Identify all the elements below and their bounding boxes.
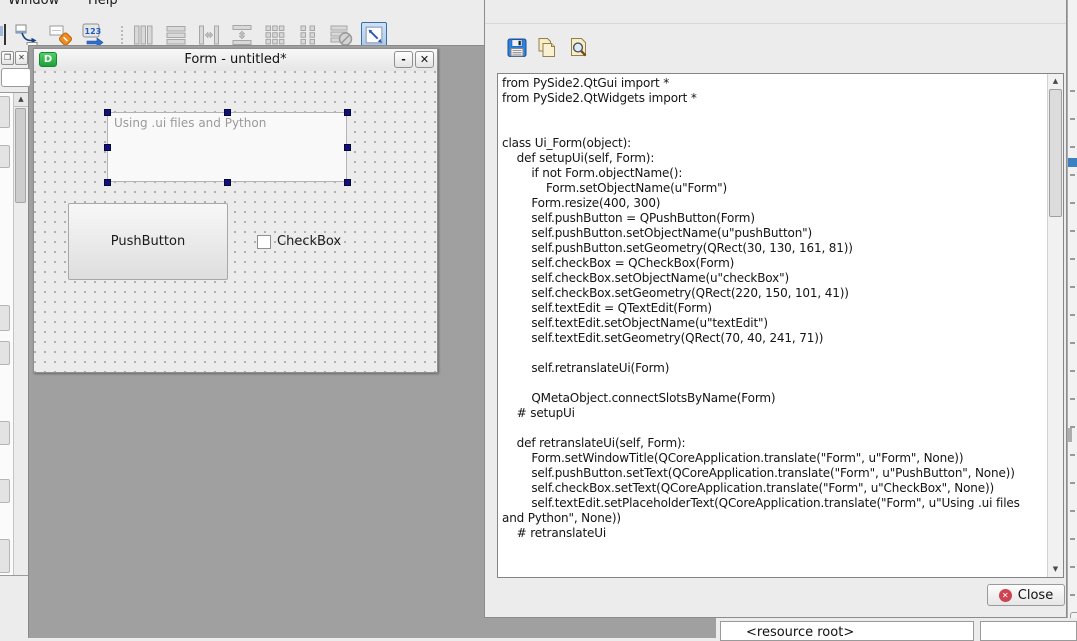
resource-tree-panel[interactable]: <resource root> bbox=[720, 621, 974, 641]
textedit-placeholder: Using .ui files and Python bbox=[108, 113, 346, 133]
widget-category-strip[interactable] bbox=[0, 145, 10, 168]
application-window: Window Help bbox=[0, 0, 1077, 638]
code-line: from PySide2.QtGui import * bbox=[502, 76, 1046, 91]
widget-box-list: ▲ bbox=[0, 92, 28, 576]
resource-list-panel[interactable] bbox=[980, 621, 1077, 641]
widget-category-strip[interactable] bbox=[0, 539, 10, 573]
code-text: from PySide2.QtGui import *from PySide2.… bbox=[502, 76, 1046, 575]
code-line: def setupUi(self, Form): bbox=[502, 151, 1046, 166]
code-line: self.textEdit.setPlaceholderText(QCoreAp… bbox=[502, 496, 1046, 511]
menu-bar: Window Help bbox=[0, 0, 484, 9]
form-window-titlebar[interactable]: D Form - untitled* - ✕ bbox=[34, 49, 437, 72]
selection-handle[interactable] bbox=[104, 144, 111, 151]
widget-filter-input[interactable] bbox=[1, 68, 31, 87]
code-line: # retranslateUi bbox=[502, 526, 1046, 541]
widget-category-strip[interactable] bbox=[0, 479, 10, 503]
menu-item-help[interactable]: Help bbox=[88, 0, 118, 8]
widget-category-strip[interactable] bbox=[0, 305, 10, 331]
selection-handle[interactable] bbox=[224, 109, 231, 116]
scrollbar-thumb[interactable] bbox=[1068, 428, 1072, 442]
resource-browser-strip: <resource root> bbox=[716, 618, 1077, 638]
code-line: class Ui_Form(object): bbox=[502, 136, 1046, 151]
code-line: self.checkBox.setObjectName(u"checkBox") bbox=[502, 271, 1046, 286]
copy-icon bbox=[536, 37, 558, 59]
code-line: from PySide2.QtWidgets import * bbox=[502, 91, 1046, 106]
widget-category-strip[interactable] bbox=[0, 96, 10, 128]
code-line: if not Form.objectName(): bbox=[502, 166, 1046, 181]
close-dialog-button[interactable]: ✕ Close bbox=[987, 584, 1065, 606]
right-dock-sliver bbox=[1067, 0, 1077, 618]
code-line: self.textEdit.setObjectName(u"textEdit") bbox=[502, 316, 1046, 331]
code-line bbox=[502, 346, 1046, 361]
code-line: self.pushButton.setObjectName(u"pushButt… bbox=[502, 226, 1046, 241]
code-line: QMetaObject.connectSlotsByName(Form) bbox=[502, 391, 1046, 406]
code-line: self.checkBox = QCheckBox(Form) bbox=[502, 256, 1046, 271]
code-line: and Python", None)) bbox=[502, 511, 1046, 526]
textedit-widget[interactable]: Using .ui files and Python bbox=[107, 112, 347, 182]
code-line: self.pushButton.setText(QCoreApplication… bbox=[502, 466, 1046, 481]
scroll-up-icon[interactable]: ▲ bbox=[1048, 74, 1063, 89]
code-scrollbar[interactable]: ▲ ▼ bbox=[1047, 74, 1063, 577]
checkbox-indicator[interactable] bbox=[257, 235, 271, 249]
scrollbar-thumb[interactable] bbox=[1049, 89, 1062, 217]
code-line: self.textEdit.setGeometry(QRect(70, 40, … bbox=[502, 331, 1046, 346]
selection-handle[interactable] bbox=[344, 179, 351, 186]
code-line: self.pushButton = QPushButton(Form) bbox=[502, 211, 1046, 226]
generated-code-textarea[interactable]: from PySide2.QtGui import *from PySide2.… bbox=[497, 73, 1064, 578]
scrollbar-thumb[interactable] bbox=[15, 108, 26, 203]
code-line bbox=[502, 376, 1046, 391]
widget-category-strip[interactable] bbox=[0, 421, 10, 445]
code-line bbox=[502, 106, 1046, 121]
form-editor-window: D Form - untitled* - ✕ Using .ui files a… bbox=[33, 48, 438, 373]
close-window-button[interactable]: ✕ bbox=[415, 51, 434, 68]
checkbox-widget[interactable]: CheckBox bbox=[257, 234, 341, 249]
code-line: Form.setObjectName(u"Form") bbox=[502, 181, 1046, 196]
find-button[interactable] bbox=[568, 37, 590, 59]
selection-handle[interactable] bbox=[344, 144, 351, 151]
code-line: self.checkBox.setGeometry(QRect(220, 150… bbox=[502, 286, 1046, 301]
selection-handle[interactable] bbox=[224, 179, 231, 186]
close-button-label: Close bbox=[1018, 588, 1053, 603]
dock-float-button[interactable]: ❐ bbox=[1, 51, 14, 65]
code-line: # setupUi bbox=[502, 406, 1046, 421]
pushbutton-widget[interactable]: PushButton bbox=[68, 203, 228, 280]
selected-tree-row[interactable] bbox=[1068, 158, 1077, 167]
scroll-down-icon[interactable]: ▼ bbox=[1048, 562, 1063, 577]
code-line: self.retranslateUi(Form) bbox=[502, 361, 1046, 376]
minimize-button[interactable]: - bbox=[394, 51, 413, 68]
copy-button[interactable] bbox=[536, 37, 558, 59]
form-window-title: Form - untitled* bbox=[34, 52, 437, 67]
menu-item-window[interactable]: Window bbox=[8, 0, 59, 8]
toolbar-separator bbox=[121, 26, 123, 44]
selection-handle[interactable] bbox=[104, 109, 111, 116]
save-icon bbox=[506, 37, 528, 59]
code-line bbox=[502, 121, 1046, 136]
find-icon bbox=[568, 37, 590, 59]
selection-handle[interactable] bbox=[104, 179, 111, 186]
close-circle-icon: ✕ bbox=[999, 589, 1012, 602]
code-viewer-dialog: from PySide2.QtGui import *from PySide2.… bbox=[484, 0, 1067, 618]
widget-category-strip[interactable] bbox=[0, 341, 10, 365]
save-button[interactable] bbox=[506, 37, 528, 59]
code-line: Form.setWindowTitle(QCoreApplication.tra… bbox=[502, 451, 1046, 466]
code-line: self.checkBox.setText(QCoreApplication.t… bbox=[502, 481, 1046, 496]
widget-box-scrollbar[interactable]: ▲ bbox=[13, 93, 28, 575]
code-line: self.textEdit = QTextEdit(Form) bbox=[502, 301, 1046, 316]
code-line: self.pushButton.setGeometry(QRect(30, 13… bbox=[502, 241, 1046, 256]
code-line: Form.resize(400, 300) bbox=[502, 196, 1046, 211]
scroll-up-icon[interactable]: ▲ bbox=[14, 93, 28, 107]
selection-handle[interactable] bbox=[344, 109, 351, 116]
svg-text:123: 123 bbox=[85, 27, 102, 36]
checkbox-label: CheckBox bbox=[277, 234, 341, 249]
main-toolbar: 123 bbox=[0, 9, 484, 45]
code-line: def retranslateUi(self, Form): bbox=[502, 436, 1046, 451]
code-line bbox=[502, 421, 1046, 436]
dock-close-button[interactable]: ✕ bbox=[15, 51, 28, 65]
widget-box-dock: ❐ ✕ ▲ bbox=[0, 45, 28, 638]
dialog-separator-line bbox=[485, 23, 1066, 24]
